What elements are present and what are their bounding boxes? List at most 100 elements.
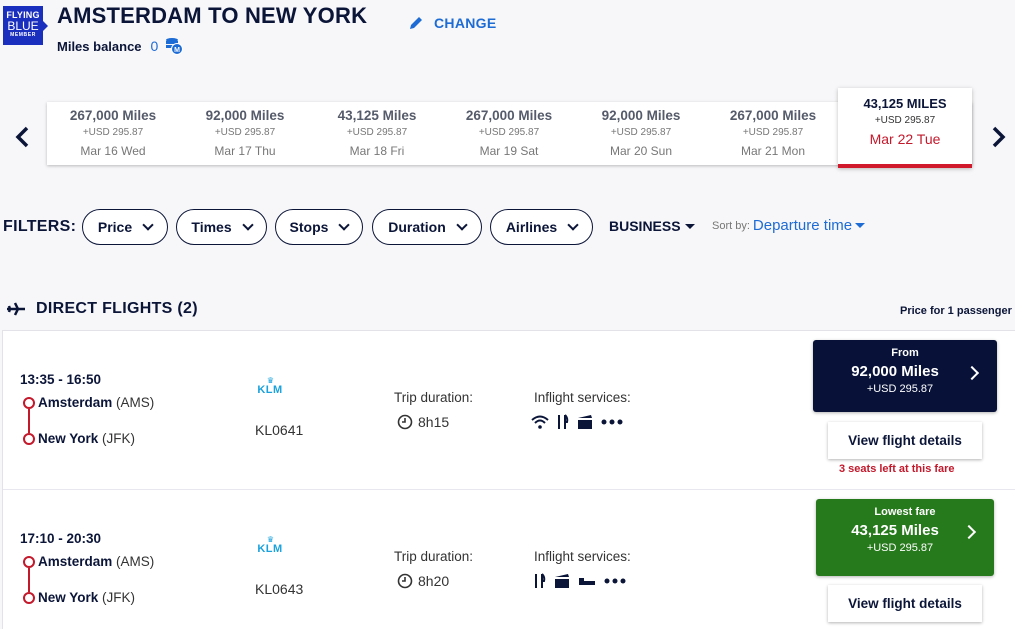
flight-number: KL0641 xyxy=(255,422,303,438)
filter-duration-button[interactable]: Duration xyxy=(372,209,482,245)
date-label: Mar 20 Sun xyxy=(575,144,707,158)
fare-label: From xyxy=(813,347,997,359)
date-option[interactable]: 43,125 Miles +USD 295.87 Mar 18 Fri xyxy=(311,102,443,165)
destination-city: New York xyxy=(38,590,98,605)
flat-bed-icon xyxy=(578,576,596,586)
sort-control: Sort by: Departure time xyxy=(712,217,865,234)
origin: Amsterdam (AMS) xyxy=(38,554,154,569)
fare-usd: +USD 295.87 xyxy=(813,383,987,395)
date-option[interactable]: 92,000 Miles +USD 295.87 Mar 20 Sun xyxy=(575,102,707,165)
flight-times: 17:10 - 20:30 xyxy=(20,531,101,546)
fare-miles: 43,125 Miles xyxy=(816,522,974,539)
logo-line-2: BLUE xyxy=(3,20,43,32)
date-miles: 43,125 MILES xyxy=(838,96,972,111)
date-usd: +USD 295.87 xyxy=(311,127,443,138)
sort-dropdown[interactable]: Departure time xyxy=(753,217,865,234)
section-header: DIRECT FLIGHTS (2) xyxy=(6,300,198,318)
price-for-passengers: Price for 1 passenger xyxy=(900,305,1012,317)
filter-label: Times xyxy=(191,219,231,235)
date-label: Mar 21 Mon xyxy=(707,144,839,158)
flight-row: 13:35 - 16:50 Amsterdam (AMS) New York (… xyxy=(3,331,1015,489)
destination-dot-icon xyxy=(23,592,35,604)
select-lowest-fare-button[interactable]: Lowest fare 43,125 Miles +USD 295.87 xyxy=(816,499,994,576)
duration-label: Trip duration: xyxy=(394,549,473,564)
destination-dot-icon xyxy=(23,433,35,445)
select-fare-button[interactable]: From 92,000 Miles +USD 295.87 xyxy=(813,340,997,412)
date-usd: +USD 295.87 xyxy=(838,115,972,126)
origin-code: (AMS) xyxy=(116,395,154,410)
date-option[interactable]: 267,000 Miles +USD 295.87 Mar 21 Mon xyxy=(707,102,839,165)
destination-code: (JFK) xyxy=(102,431,135,446)
view-flight-details-button[interactable]: View flight details xyxy=(828,585,982,622)
origin-dot-icon xyxy=(23,397,35,409)
meal-icon xyxy=(557,414,569,430)
seats-left-warning: 3 seats left at this fare xyxy=(839,463,955,475)
filters-label: FILTERS: xyxy=(3,218,76,236)
view-flight-details-button[interactable]: View flight details xyxy=(828,422,982,459)
destination: New York (JFK) xyxy=(38,431,135,446)
wifi-icon xyxy=(531,415,549,429)
date-label: Mar 16 Wed xyxy=(47,144,179,158)
filter-label: Price xyxy=(98,219,132,235)
svg-text:M: M xyxy=(174,47,180,54)
logo-line-3: MEMBER xyxy=(3,33,43,38)
more-icon xyxy=(604,578,626,584)
caret-down-icon xyxy=(855,223,865,228)
date-miles: 43,125 Miles xyxy=(311,108,443,123)
date-label: Mar 17 Thu xyxy=(179,144,311,158)
section-title: DIRECT FLIGHTS (2) xyxy=(36,300,198,318)
klm-logo: ♛ KLM xyxy=(255,536,285,555)
change-search-button[interactable]: CHANGE xyxy=(408,15,496,31)
inflight-services xyxy=(534,573,626,589)
airplane-icon xyxy=(6,301,26,317)
origin-dot-icon xyxy=(23,556,35,568)
change-label: CHANGE xyxy=(434,15,496,31)
date-label: Mar 22 Tue xyxy=(838,131,972,147)
duration: 8h15 xyxy=(397,414,449,430)
miles-balance-value: 0 xyxy=(151,38,159,54)
filter-stops-button[interactable]: Stops xyxy=(275,209,363,245)
previous-dates-arrow[interactable] xyxy=(13,124,31,154)
miles-balance: Miles balance 0 M xyxy=(57,37,183,55)
filter-label: Stops xyxy=(290,219,329,235)
chevron-down-icon xyxy=(339,219,350,230)
filter-label: Duration xyxy=(388,219,446,235)
flying-blue-logo: FLYING BLUE MEMBER xyxy=(3,6,43,45)
meal-icon xyxy=(534,573,546,589)
date-miles: 267,000 Miles xyxy=(443,108,575,123)
services-label: Inflight services: xyxy=(534,390,631,405)
date-usd: +USD 295.87 xyxy=(707,127,839,138)
chevron-right-icon xyxy=(990,126,1008,148)
duration: 8h20 xyxy=(397,573,449,589)
filter-times-button[interactable]: Times xyxy=(176,209,267,245)
duration-value: 8h15 xyxy=(418,414,449,430)
services-label: Inflight services: xyxy=(534,549,631,564)
date-option-selected[interactable]: 43,125 MILES +USD 295.87 Mar 22 Tue xyxy=(838,88,972,168)
airline-name: KLM xyxy=(255,544,285,555)
destination: New York (JFK) xyxy=(38,590,135,605)
date-miles: 92,000 Miles xyxy=(575,108,707,123)
route-line xyxy=(28,409,30,433)
date-usd: +USD 295.87 xyxy=(575,127,707,138)
inflight-services xyxy=(531,414,623,430)
chevron-left-icon xyxy=(13,126,31,148)
origin-city: Amsterdam xyxy=(38,395,112,410)
flight-times: 13:35 - 16:50 xyxy=(20,372,101,387)
miles-coins-icon: M xyxy=(165,37,183,55)
date-usd: +USD 295.87 xyxy=(47,127,179,138)
clock-icon xyxy=(397,414,413,430)
date-miles: 267,000 Miles xyxy=(707,108,839,123)
duration-label: Trip duration: xyxy=(394,390,473,405)
date-usd: +USD 295.87 xyxy=(443,127,575,138)
next-dates-arrow[interactable] xyxy=(990,124,1008,154)
date-option[interactable]: 92,000 Miles +USD 295.87 Mar 17 Thu xyxy=(179,102,311,165)
filter-airlines-button[interactable]: Airlines xyxy=(490,209,593,245)
fare-usd: +USD 295.87 xyxy=(816,542,984,554)
date-option[interactable]: 267,000 Miles +USD 295.87 Mar 19 Sat xyxy=(443,102,575,165)
sort-label: Sort by: xyxy=(712,220,750,232)
cabin-class-dropdown[interactable]: BUSINESS xyxy=(609,218,695,234)
date-miles: 267,000 Miles xyxy=(47,108,179,123)
filter-price-button[interactable]: Price xyxy=(82,209,168,245)
date-option[interactable]: 267,000 Miles +USD 295.87 Mar 16 Wed xyxy=(47,102,179,165)
date-label: Mar 18 Fri xyxy=(311,144,443,158)
